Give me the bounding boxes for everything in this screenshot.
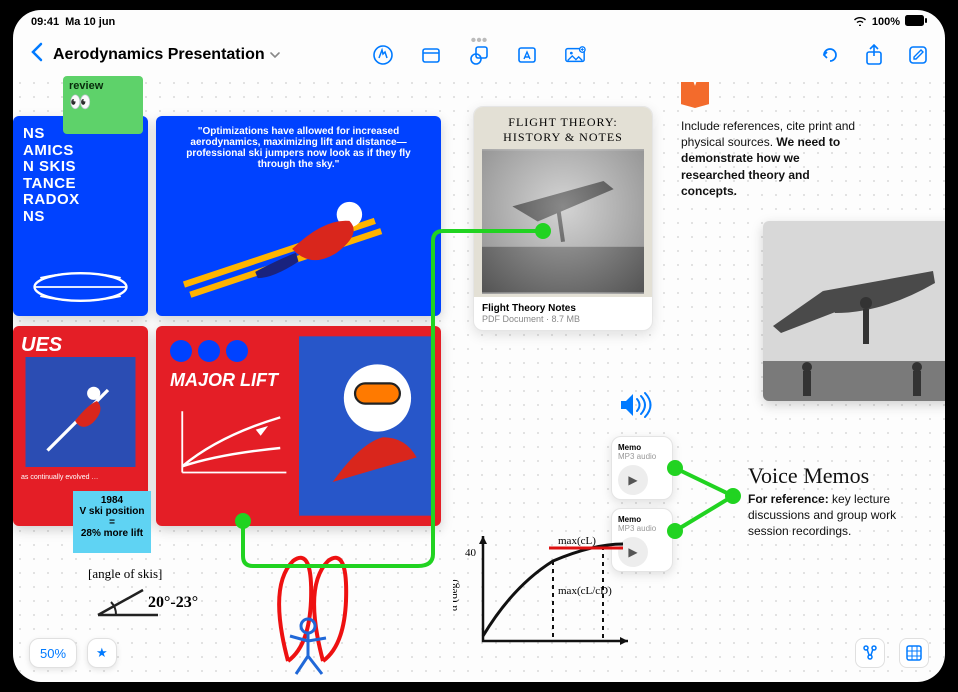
grid-button[interactable]: [899, 638, 929, 668]
toolbar: Aerodynamics Presentation: [13, 34, 945, 76]
markup-tool-icon[interactable]: [372, 44, 394, 66]
star-icon: ★: [96, 645, 108, 661]
wifi-icon: [853, 15, 867, 29]
screen: 09:41 Ma 10 jun 100% ••• Aerodynamics Pr…: [13, 10, 945, 682]
chevron-down-icon: [269, 49, 281, 61]
share-button[interactable]: [863, 44, 885, 66]
media-tool-icon[interactable]: [564, 44, 586, 66]
back-button[interactable]: [29, 42, 43, 68]
undo-button[interactable]: [819, 44, 841, 66]
sticky-tool-icon[interactable]: [420, 44, 442, 66]
shapes-tool-icon[interactable]: [468, 44, 490, 66]
zoom-chip[interactable]: 50%: [29, 638, 77, 668]
status-date: Ma 10 jun: [65, 16, 115, 28]
battery-icon: [905, 15, 927, 29]
battery-pct: 100%: [872, 16, 900, 28]
favorites-chip[interactable]: ★: [87, 638, 117, 668]
sticky-review[interactable]: review 👀: [63, 76, 143, 134]
minimap-button[interactable]: [855, 638, 885, 668]
text-tool-icon[interactable]: [516, 44, 538, 66]
board-title[interactable]: Aerodynamics Presentation: [53, 46, 281, 64]
status-bar: 09:41 Ma 10 jun 100%: [13, 10, 945, 34]
ipad-frame: 09:41 Ma 10 jun 100% ••• Aerodynamics Pr…: [9, 6, 949, 686]
eyes-icon: 👀: [69, 92, 137, 113]
sticky-1984[interactable]: 1984 V ski position = 28% more lift: [73, 491, 151, 553]
compose-button[interactable]: [907, 44, 929, 66]
connectors: [13, 76, 945, 682]
freeform-canvas[interactable]: review 👀 NS AMICS N SKIS TANCE RADOX NS …: [13, 76, 945, 682]
status-time: 09:41: [31, 16, 59, 28]
